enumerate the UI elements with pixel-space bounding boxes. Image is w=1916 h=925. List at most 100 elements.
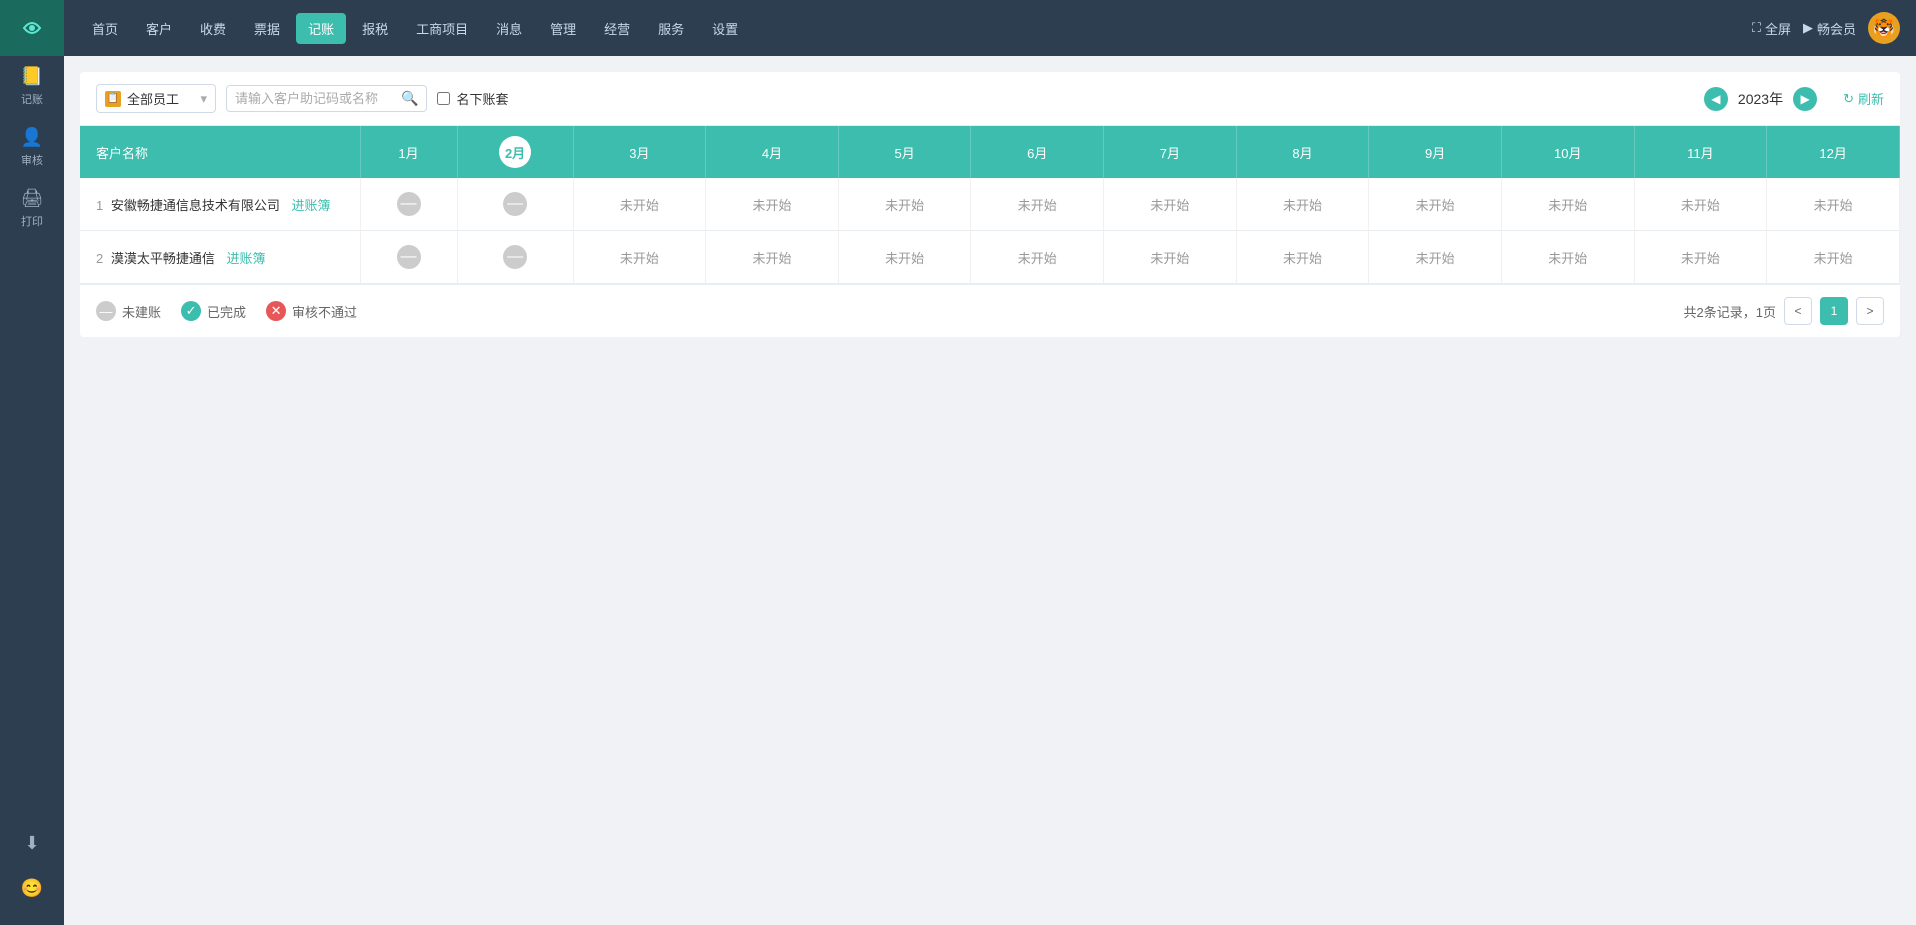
col-header-apr: 4月 bbox=[706, 126, 839, 178]
sidebar-item-audit[interactable]: 👤 审核 bbox=[0, 117, 64, 178]
sidebar-bottom: ⬇ 😊 bbox=[0, 823, 64, 925]
topnav-right: ⛶ 全屏 ▶ 畅会员 🐯 bbox=[1752, 12, 1900, 44]
cell-month-5: 未开始 bbox=[838, 231, 971, 284]
cell-month-12: 未开始 bbox=[1767, 178, 1900, 231]
main-area: 首页 客户 收费 票据 记账 报税 工商项目 消息 管理 经营 服务 设置 ⛶ … bbox=[64, 0, 1916, 925]
status-not-started: 未开始 bbox=[1416, 198, 1455, 213]
legend-not-built: — 未建账 bbox=[96, 301, 161, 321]
year-prev-button[interactable]: ◀ bbox=[1704, 87, 1728, 111]
table-body: 1 安徽畅捷通信息技术有限公司 进账簿——未开始未开始未开始未开始未开始未开始未… bbox=[80, 178, 1900, 284]
user-avatar[interactable]: 🐯 bbox=[1868, 12, 1900, 44]
cell-month-2: — bbox=[457, 231, 573, 284]
nav-bookkeeping[interactable]: 记账 bbox=[296, 13, 346, 44]
audit-icon: 👤 bbox=[21, 127, 43, 148]
table-row: 1 安徽畅捷通信息技术有限公司 进账簿——未开始未开始未开始未开始未开始未开始未… bbox=[80, 178, 1900, 231]
current-month-circle: 2月 bbox=[499, 136, 531, 168]
cell-month-6: 未开始 bbox=[971, 231, 1104, 284]
status-not-started: 未开始 bbox=[1814, 251, 1853, 266]
nav-tax[interactable]: 报税 bbox=[350, 13, 400, 44]
col-header-jan: 1月 bbox=[360, 126, 457, 178]
cell-month-4: 未开始 bbox=[706, 178, 839, 231]
content-area: 📋 全部员工 ▾ 🔍 名下账套 ◀ 2023年 ▶ bbox=[64, 56, 1916, 925]
page-1-btn[interactable]: 1 bbox=[1820, 297, 1848, 325]
col-header-jul: 7月 bbox=[1104, 126, 1237, 178]
status-not-started: 未开始 bbox=[1283, 251, 1322, 266]
account-checkbox-label[interactable]: 名下账套 bbox=[437, 89, 508, 108]
refresh-icon: ↻ bbox=[1843, 91, 1854, 107]
enter-book-link[interactable]: 进账簿 bbox=[292, 198, 331, 213]
download-icon: ⬇ bbox=[24, 833, 39, 854]
legend-rejected: ✕ 审核不通过 bbox=[266, 301, 357, 321]
cell-month-3: 未开始 bbox=[573, 231, 706, 284]
row-index: 1 bbox=[96, 198, 103, 213]
col-header-mar: 3月 bbox=[573, 126, 706, 178]
year-next-button[interactable]: ▶ bbox=[1793, 87, 1817, 111]
sidebar-item-accounting[interactable]: 📒 记账 bbox=[0, 56, 64, 117]
status-not-started: 未开始 bbox=[1548, 251, 1587, 266]
cell-month-11: 未开始 bbox=[1634, 178, 1767, 231]
nav-operation[interactable]: 经营 bbox=[592, 13, 642, 44]
nav-invoice[interactable]: 票据 bbox=[242, 13, 292, 44]
status-not-started: 未开始 bbox=[885, 251, 924, 266]
col-header-aug: 8月 bbox=[1236, 126, 1369, 178]
cell-month-5: 未开始 bbox=[838, 178, 971, 231]
sidebar-item-print[interactable]: 🖨 打印 bbox=[0, 178, 64, 239]
fullscreen-btn[interactable]: ⛶ 全屏 bbox=[1752, 19, 1791, 38]
vip-button[interactable]: ▶ 畅会员 bbox=[1803, 19, 1856, 38]
status-not-started: 未开始 bbox=[1681, 251, 1720, 266]
cell-month-7: 未开始 bbox=[1104, 178, 1237, 231]
search-wrapper: 🔍 bbox=[226, 85, 427, 112]
enter-book-link[interactable]: 进账簿 bbox=[227, 251, 266, 266]
customer-name: 安徽畅捷通信息技术有限公司 bbox=[111, 198, 280, 213]
cell-month-10: 未开始 bbox=[1501, 178, 1634, 231]
nav-billing[interactable]: 收费 bbox=[188, 13, 238, 44]
refresh-button[interactable]: ↻ 刷新 bbox=[1843, 89, 1884, 108]
page-next-btn[interactable]: > bbox=[1856, 297, 1884, 325]
page-prev-btn[interactable]: < bbox=[1784, 297, 1812, 325]
col-header-feb: 2月 bbox=[457, 126, 573, 178]
top-navigation: 首页 客户 收费 票据 记账 报税 工商项目 消息 管理 经营 服务 设置 ⛶ … bbox=[64, 0, 1916, 56]
cell-month-11: 未开始 bbox=[1634, 231, 1767, 284]
print-icon: 🖨 bbox=[21, 188, 44, 209]
cell-month-9: 未开始 bbox=[1369, 231, 1502, 284]
status-not-started: 未开始 bbox=[620, 251, 659, 266]
sidebar-item-download[interactable]: ⬇ bbox=[0, 823, 64, 864]
status-not-started: 未开始 bbox=[1814, 198, 1853, 213]
fullscreen-icon: ⛶ bbox=[1752, 20, 1761, 36]
cell-month-2: — bbox=[457, 178, 573, 231]
col-header-dec: 12月 bbox=[1767, 126, 1900, 178]
employee-label: 全部员工 bbox=[127, 89, 179, 108]
employee-select[interactable]: 📋 全部员工 ▾ bbox=[96, 84, 216, 113]
row-index: 2 bbox=[96, 251, 103, 266]
nav-message[interactable]: 消息 bbox=[484, 13, 534, 44]
cell-month-4: 未开始 bbox=[706, 231, 839, 284]
status-not-started: 未开始 bbox=[1681, 198, 1720, 213]
nav-manage[interactable]: 管理 bbox=[538, 13, 588, 44]
search-input[interactable] bbox=[235, 91, 395, 106]
nav-customer[interactable]: 客户 bbox=[134, 13, 184, 44]
account-checkbox[interactable] bbox=[437, 92, 450, 105]
cell-month-1: — bbox=[360, 231, 457, 284]
status-not-started: 未开始 bbox=[1150, 198, 1189, 213]
support-icon: 😊 bbox=[21, 878, 43, 899]
nav-service[interactable]: 服务 bbox=[646, 13, 696, 44]
year-display: 2023年 bbox=[1738, 89, 1783, 109]
nav-business[interactable]: 工商项目 bbox=[404, 13, 480, 44]
nav-home[interactable]: 首页 bbox=[80, 13, 130, 44]
cell-month-8: 未开始 bbox=[1236, 231, 1369, 284]
total-records: 共2条记录，1页 bbox=[1684, 302, 1776, 321]
app-logo bbox=[0, 0, 64, 56]
nav-settings[interactable]: 设置 bbox=[700, 13, 750, 44]
sidebar-item-accounting-label: 记账 bbox=[21, 91, 43, 107]
status-not-built: — bbox=[397, 245, 421, 269]
cell-month-6: 未开始 bbox=[971, 178, 1104, 231]
cell-month-9: 未开始 bbox=[1369, 178, 1502, 231]
table-scroll[interactable]: 客户名称 1月 2月 3月 4月 5月 6月 7月 8月 bbox=[80, 126, 1900, 284]
data-table-container: 客户名称 1月 2月 3月 4月 5月 6月 7月 8月 bbox=[80, 126, 1900, 284]
cell-month-12: 未开始 bbox=[1767, 231, 1900, 284]
search-icon[interactable]: 🔍 bbox=[401, 90, 418, 107]
status-not-started: 未开始 bbox=[1283, 198, 1322, 213]
sidebar-item-support[interactable]: 😊 bbox=[0, 868, 64, 909]
status-not-started: 未开始 bbox=[1548, 198, 1587, 213]
status-not-started: 未开始 bbox=[885, 198, 924, 213]
